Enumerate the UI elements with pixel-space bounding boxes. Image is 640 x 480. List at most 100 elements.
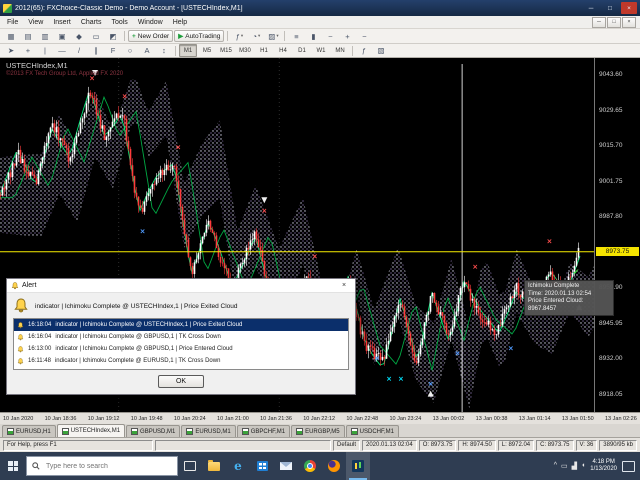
menu-tools[interactable]: Tools	[106, 16, 132, 28]
timeframe-m30-button[interactable]: M30	[236, 44, 254, 57]
chart-tab-ustechindex-m1[interactable]: USTECHIndex,M1	[56, 424, 126, 437]
mt4-icon[interactable]	[346, 452, 370, 480]
hidden-icons-chevron[interactable]: ^	[554, 462, 557, 470]
chart-close-icon[interactable]: ×	[622, 16, 636, 28]
horizontal-line-icon[interactable]: ―	[54, 44, 70, 58]
trendline-icon[interactable]: /	[71, 44, 87, 58]
chart-tab-gbpchf-m1[interactable]: GBPCHF,M1	[236, 425, 291, 437]
search-input[interactable]	[44, 461, 166, 471]
text-icon[interactable]: A	[139, 44, 155, 58]
price-scale-label: 9015.70	[599, 142, 623, 149]
price-scale[interactable]: 9043.60 9029.65 9015.70 9001.75 8987.80 8973.…	[594, 58, 640, 412]
chart-tab-icon	[350, 428, 358, 435]
zoom-out-icon[interactable]: −	[356, 29, 372, 43]
alert-row[interactable]: 16:16:04 indicator | Ichimoku Complete @ …	[14, 331, 348, 343]
edge-browser-icon[interactable]: e	[226, 452, 250, 480]
menu-charts[interactable]: Charts	[76, 16, 107, 28]
timeframe-h1-button[interactable]: H1	[255, 44, 273, 57]
timeframe-m15-button[interactable]: M15	[217, 44, 235, 57]
arrow-tools-icon[interactable]: ↕	[156, 44, 172, 58]
chrome-icon[interactable]	[298, 452, 322, 480]
market-watch-icon[interactable]: ▥	[37, 29, 53, 43]
timeframe-w1-button[interactable]: W1	[312, 44, 330, 57]
file-explorer-icon[interactable]	[202, 452, 226, 480]
taskbar-search[interactable]	[26, 456, 178, 476]
alert-dialog: Alert × indicator | Ichimoku Complete @ …	[6, 278, 356, 395]
indicators-icon[interactable]: ƒ ▾	[231, 29, 247, 43]
vertical-line-icon[interactable]: |	[37, 44, 53, 58]
timeframe-m5-button[interactable]: M5	[198, 44, 216, 57]
network-icon[interactable]: ▟	[572, 462, 577, 470]
chart-tab-gbpusd-m1[interactable]: GBPUSD,M1	[126, 425, 181, 437]
line-chart-icon[interactable]: ~	[322, 29, 338, 43]
taskbar-clock[interactable]: 4:18 PM 1/13/2020	[590, 459, 617, 474]
autotrading-button[interactable]: ▶ AutoTrading	[174, 30, 225, 42]
menu-file[interactable]: File	[2, 16, 23, 28]
shapes-icon[interactable]: ○	[122, 44, 138, 58]
alert-row[interactable]: 16:11:48 indicator | Ichimoku Complete @ …	[14, 355, 348, 367]
chart-tab-usdchf-m1[interactable]: USDCHF,M1	[345, 425, 399, 437]
maximize-button[interactable]: □	[602, 2, 618, 14]
navigator-icon[interactable]: ◆	[71, 29, 87, 43]
fibonacci-icon[interactable]: F	[105, 44, 121, 58]
alert-history-list[interactable]: 16:18:04 indicator | Ichimoku Complete @ …	[13, 318, 349, 370]
battery-icon[interactable]: ▭	[561, 462, 568, 470]
store-icon[interactable]	[250, 452, 274, 480]
periods-icon[interactable]: ◔ ▾	[248, 29, 264, 43]
chart-tab-icon	[61, 427, 69, 435]
alert-row[interactable]: 16:18:04 indicator | Ichimoku Complete @ …	[14, 319, 348, 331]
chart-tab-eurgbp-m5[interactable]: EURGBP,M5	[291, 425, 345, 437]
objects-list-icon[interactable]: ▧	[373, 44, 389, 58]
terminal-icon[interactable]: ▭	[88, 29, 104, 43]
tooltip-line: Time: 2020.01.13 02:54	[528, 290, 592, 297]
new-chart-icon[interactable]: ▦	[3, 29, 19, 43]
price-scale-label: 9043.60	[599, 71, 623, 78]
volume-icon[interactable]: ◖	[581, 462, 585, 470]
notification-center-icon[interactable]	[622, 460, 635, 472]
time-axis-label: 10 Jan 21:36	[260, 415, 292, 422]
strategy-tester-icon[interactable]: ◩	[105, 29, 121, 43]
titlebar: 2012(65): FXChoice-Classic Demo - Demo A…	[0, 0, 640, 16]
timeframe-d1-button[interactable]: D1	[293, 44, 311, 57]
svg-text:×: ×	[547, 237, 553, 245]
menu-insert[interactable]: Insert	[48, 16, 76, 28]
templates-icon[interactable]: ▨ ▾	[265, 29, 281, 43]
channel-icon[interactable]: ∥	[88, 44, 104, 58]
status-profile[interactable]: Default	[332, 439, 360, 451]
alert-row[interactable]: 16:13:00 indicator | Ichimoku Complete @ …	[14, 343, 348, 355]
alert-row-text: indicator | Ichimoku Complete @ EURUSD,1…	[54, 358, 221, 364]
zoom-in-icon[interactable]: +	[339, 29, 355, 43]
cursor-icon[interactable]: ➤	[3, 44, 19, 58]
menu-view[interactable]: View	[23, 16, 48, 28]
timeframe-m1-button[interactable]: M1	[179, 44, 197, 57]
bar-chart-icon[interactable]: ≡	[288, 29, 304, 43]
alert-close-icon[interactable]: ×	[337, 280, 351, 291]
alert-ok-button[interactable]: OK	[158, 375, 204, 388]
chart-tab-icon	[131, 428, 139, 435]
new-order-button[interactable]: + New Order	[128, 30, 174, 42]
timeframe-h4-button[interactable]: H4	[274, 44, 292, 57]
chart-tab-icon	[296, 428, 304, 435]
close-button[interactable]: ×	[621, 2, 637, 14]
chart-tab-label: GBPCHF,M1	[250, 428, 286, 435]
status-bar: For Help, press F1 Default 2020.01.13 02…	[0, 437, 640, 452]
task-view-icon[interactable]	[178, 452, 202, 480]
firefox-icon[interactable]	[322, 452, 346, 480]
data-window-icon[interactable]: ▣	[54, 29, 70, 43]
alert-dialog-titlebar[interactable]: Alert ×	[7, 279, 355, 293]
indicators-list-icon[interactable]: ƒ	[356, 44, 372, 58]
crosshair-icon[interactable]: +	[20, 44, 36, 58]
chart-minimize-icon[interactable]: ─	[592, 16, 606, 28]
timeframe-mn-button[interactable]: MN	[331, 44, 349, 57]
profiles-icon[interactable]: ▤	[20, 29, 36, 43]
chart-tab-eurusd-m1[interactable]: EURUSD,M1	[181, 425, 236, 437]
menu-help[interactable]: Help	[168, 16, 192, 28]
start-button[interactable]	[0, 452, 26, 480]
chart-tab-eurusd-h1[interactable]: EURUSD,H1	[2, 425, 56, 437]
minimize-button[interactable]: ─	[583, 2, 599, 14]
chart-restore-icon[interactable]: □	[607, 16, 621, 28]
mail-icon[interactable]	[274, 452, 298, 480]
candlestick-chart-icon[interactable]: ▮	[305, 29, 321, 43]
menu-window[interactable]: Window	[133, 16, 168, 28]
time-axis[interactable]: 10 Jan 2020 10 Jan 18:36 10 Jan 19:12 10 Ja…	[0, 412, 640, 424]
